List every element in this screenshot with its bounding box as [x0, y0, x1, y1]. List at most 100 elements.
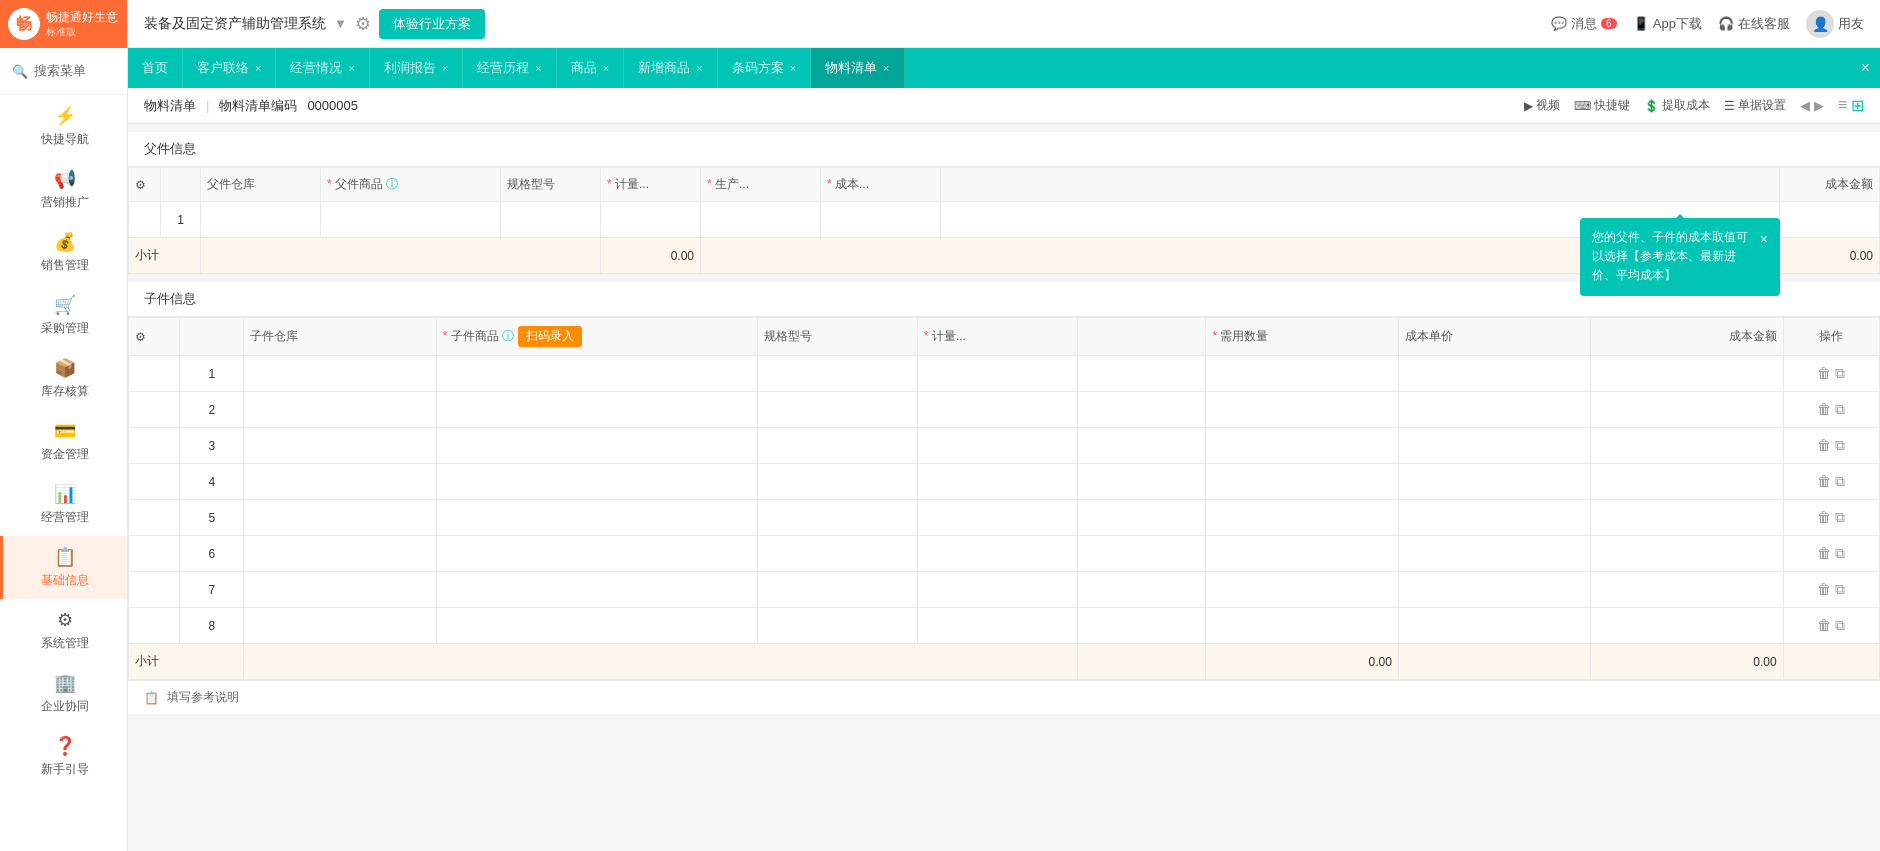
tab-new-goods-close[interactable]: ×	[696, 62, 702, 74]
page-scroll: 物料清单 | 物料清单编码 0000005 ▶ 视频 ⌨ 快捷键 💲	[128, 88, 1880, 851]
parent-col-goods: * 父件商品 ⓘ	[321, 168, 501, 202]
copy-icon[interactable]: ⧉	[1835, 401, 1845, 418]
delete-icon[interactable]: 🗑	[1817, 365, 1831, 382]
tab-barcode-close[interactable]: ×	[790, 62, 796, 74]
copy-icon[interactable]: ⧉	[1835, 437, 1845, 454]
copy-icon[interactable]: ⧉	[1835, 581, 1845, 598]
toolbar-setting-btn[interactable]: ☰ 单据设置	[1724, 97, 1786, 114]
tab-profit-close[interactable]: ×	[442, 62, 448, 74]
parent-row-cost[interactable]	[821, 202, 941, 238]
bottom-bar: 📋 填写参考说明	[128, 680, 1880, 714]
sidebar-item-marketing[interactable]: 📢 营销推广	[0, 158, 127, 221]
experience-btn[interactable]: 体验行业方案	[379, 9, 485, 39]
message-group[interactable]: 💬 消息 6	[1551, 15, 1617, 33]
parent-row-spec[interactable]	[501, 202, 601, 238]
delete-icon[interactable]: 🗑	[1817, 581, 1831, 598]
sidebar-item-enterprise[interactable]: 🏢 企业协同	[0, 662, 127, 725]
copy-icon[interactable]: ⧉	[1835, 509, 1845, 526]
tab-bom[interactable]: 物料清单 ×	[811, 48, 904, 88]
child-col-extra	[1078, 318, 1206, 356]
list-view-icon[interactable]: ≡	[1838, 96, 1847, 115]
app-download-group[interactable]: 📱 App下载	[1633, 15, 1702, 33]
tab-goods-close[interactable]: ×	[603, 62, 609, 74]
parent-row-warehouse[interactable]	[201, 202, 321, 238]
parent-col-produce: * 生产...	[701, 168, 821, 202]
sidebar-item-basic[interactable]: 📋 基础信息	[0, 536, 127, 599]
delete-icon[interactable]: 🗑	[1817, 617, 1831, 634]
prev-arrow-icon[interactable]: ◀	[1800, 98, 1810, 113]
sidebar-item-operation[interactable]: 📊 经营管理	[0, 473, 127, 536]
parent-row-produce[interactable]	[701, 202, 821, 238]
delete-icon[interactable]: 🗑	[1817, 437, 1831, 454]
sidebar-item-inventory[interactable]: 📦 库存核算	[0, 347, 127, 410]
delete-icon[interactable]: 🗑	[1817, 401, 1831, 418]
table-row: 7 🗑⧉	[129, 572, 1880, 608]
delete-icon[interactable]: 🗑	[1817, 509, 1831, 526]
child-row1-unit[interactable]	[917, 356, 1077, 392]
settings-gear-icon[interactable]: ⚙	[355, 13, 371, 35]
table-row: 5 🗑⧉	[129, 500, 1880, 536]
tab-business-close[interactable]: ×	[348, 62, 354, 74]
child-row1-spec[interactable]	[757, 356, 917, 392]
toolbar-cost-btn[interactable]: 💲 提取成本	[1644, 97, 1710, 114]
quick-nav-icon: ⚡	[54, 105, 76, 127]
parent-subtotal-empty	[201, 238, 601, 274]
child-row1-unit-cost[interactable]	[1398, 356, 1590, 392]
bottom-icon: 📋	[144, 691, 159, 705]
nav-arrows: ◀ ▶	[1800, 98, 1824, 113]
child-row1-goods[interactable]	[436, 356, 757, 392]
app-logo: 畅 畅捷通好生意 标准版	[0, 0, 127, 48]
delete-icon[interactable]: 🗑	[1817, 473, 1831, 490]
tab-new-goods[interactable]: 新增商品 ×	[624, 48, 717, 88]
tab-home[interactable]: 首页	[128, 48, 183, 88]
toolbar-shortcut-btn[interactable]: ⌨ 快捷键	[1574, 97, 1630, 114]
tab-history[interactable]: 经营历程 ×	[463, 48, 556, 88]
scan-btn[interactable]: 扫码录入	[518, 326, 582, 347]
sidebar-item-guide[interactable]: ❓ 新手引导	[0, 725, 127, 788]
child-row1-warehouse[interactable]	[244, 356, 436, 392]
sidebar-item-purchase[interactable]: 🛒 采购管理	[0, 284, 127, 347]
tab-customer[interactable]: 客户联络 ×	[183, 48, 276, 88]
tab-customer-close[interactable]: ×	[255, 62, 261, 74]
sidebar-item-quick-nav[interactable]: ⚡ 快捷导航	[0, 95, 127, 158]
next-arrow-icon[interactable]: ▶	[1814, 98, 1824, 113]
tooltip-close-btn[interactable]: ×	[1760, 228, 1768, 250]
tab-barcode[interactable]: 条码方案 ×	[718, 48, 811, 88]
child-col-amount: 成本金额	[1591, 318, 1783, 356]
sidebar-item-finance[interactable]: 💳 资金管理	[0, 410, 127, 473]
copy-icon[interactable]: ⧉	[1835, 473, 1845, 490]
parent-row-goods[interactable]	[321, 202, 501, 238]
copy-icon[interactable]: ⧉	[1835, 617, 1845, 634]
close-all-tabs[interactable]: ×	[1851, 59, 1880, 77]
inventory-icon: 📦	[54, 357, 76, 379]
parent-col-settings[interactable]: ⚙	[129, 168, 161, 202]
tab-goods[interactable]: 商品 ×	[557, 48, 624, 88]
child-col-settings[interactable]: ⚙	[129, 318, 180, 356]
delete-icon[interactable]: 🗑	[1817, 545, 1831, 562]
tab-bom-close[interactable]: ×	[883, 62, 889, 74]
child-col-num	[180, 318, 244, 356]
tab-profit[interactable]: 利润报告 ×	[370, 48, 463, 88]
child-row1-actions: 🗑 ⧉	[1783, 356, 1879, 392]
system-title-arrow[interactable]: ▼	[334, 16, 347, 31]
sidebar-search-area: 🔍 搜索菜单	[0, 48, 127, 95]
sidebar-item-system[interactable]: ⚙ 系统管理	[0, 599, 127, 662]
child-col-spec: 规格型号	[757, 318, 917, 356]
phone-icon: 📱	[1633, 16, 1649, 31]
tab-history-close[interactable]: ×	[535, 62, 541, 74]
tab-business[interactable]: 经营情况 ×	[276, 48, 369, 88]
user-group[interactable]: 👤 用友	[1806, 10, 1864, 38]
sidebar-item-sales[interactable]: 💰 销售管理	[0, 221, 127, 284]
parent-row-unit[interactable]	[601, 202, 701, 238]
online-service-group[interactable]: 🎧 在线客服	[1718, 15, 1790, 33]
parent-subtotal-right: 0.00	[1780, 238, 1880, 274]
guide-icon: ❓	[54, 735, 76, 757]
table-row: 1 🗑 ⧉	[129, 356, 1880, 392]
table-row: 6 🗑⧉	[129, 536, 1880, 572]
grid-view-icon[interactable]: ⊞	[1851, 96, 1864, 115]
copy-icon[interactable]: ⧉	[1835, 365, 1845, 382]
search-menu-button[interactable]: 🔍 搜索菜单	[8, 56, 119, 86]
copy-icon[interactable]: ⧉	[1835, 545, 1845, 562]
child-row1-quantity[interactable]	[1206, 356, 1398, 392]
toolbar-view-btn[interactable]: ▶ 视频	[1524, 97, 1560, 114]
